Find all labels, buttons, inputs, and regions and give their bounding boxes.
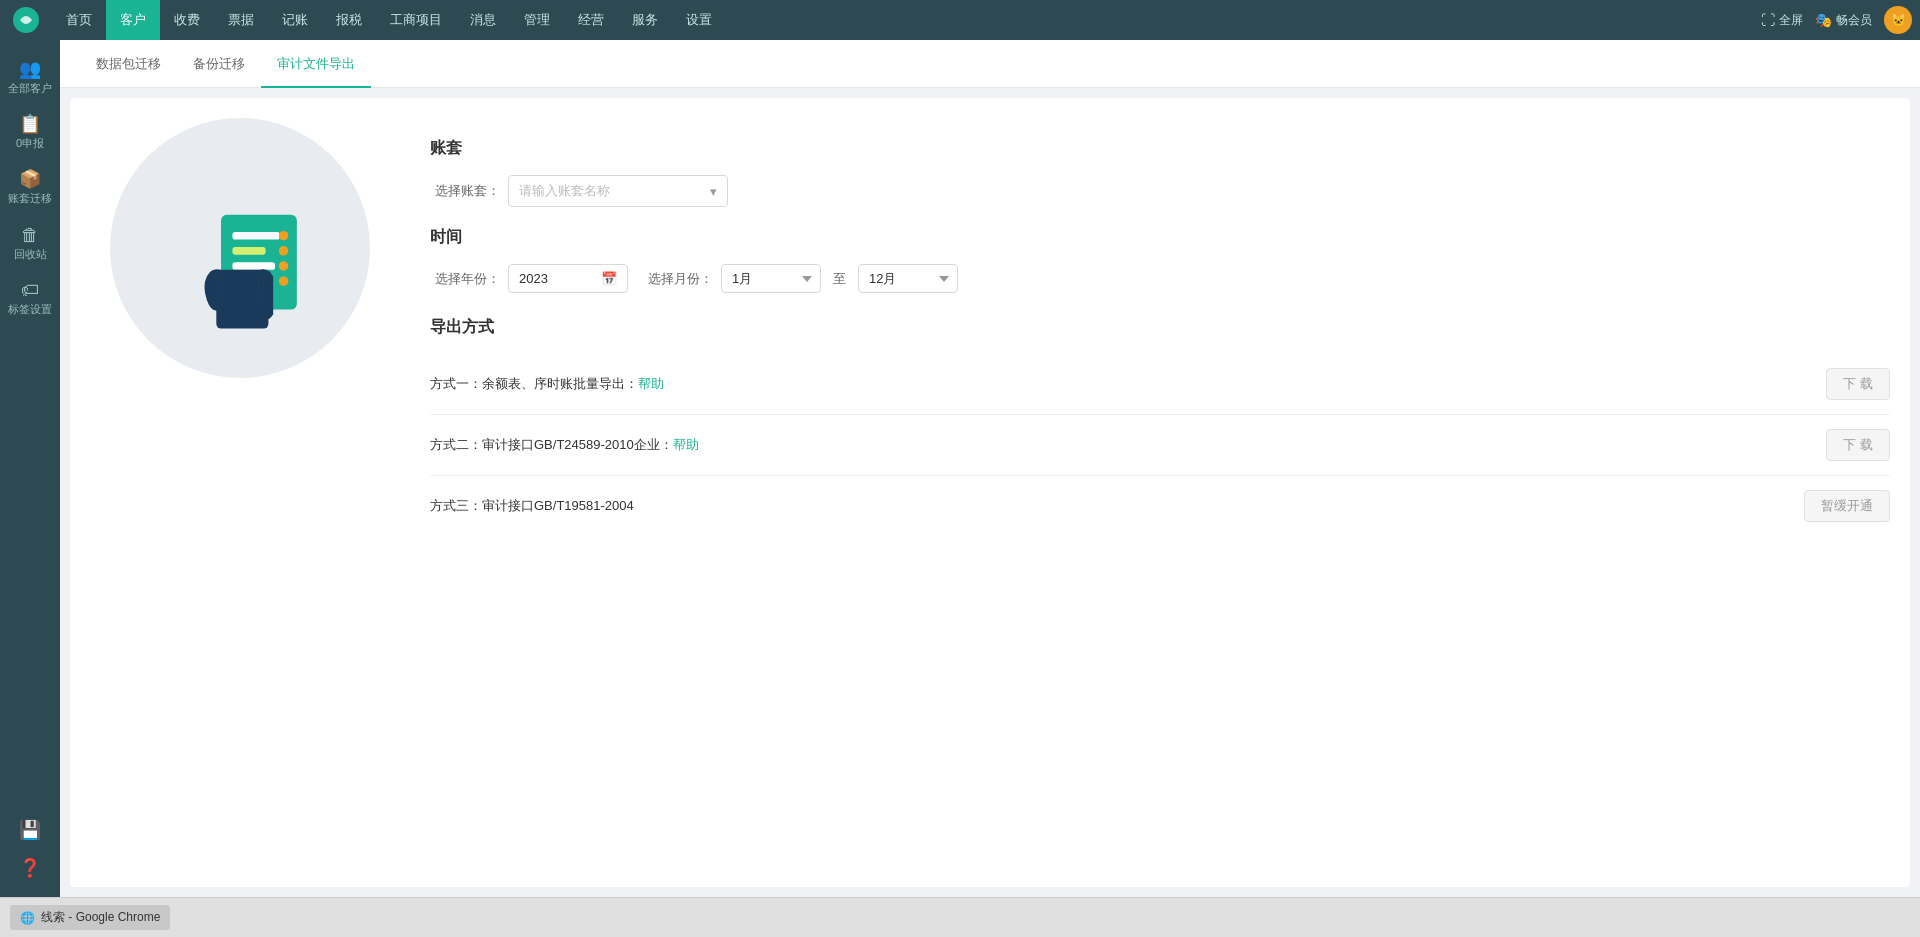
- svg-point-9: [279, 276, 288, 285]
- sidebar-icon-account-migrate: 📦: [19, 170, 41, 188]
- nav-item-service[interactable]: 服务: [618, 0, 672, 40]
- method-btn-method1[interactable]: 下 载: [1826, 368, 1890, 400]
- method-btn-method2[interactable]: 下 载: [1826, 429, 1890, 461]
- month-start-select[interactable]: 1月2月3月4月 5月6月7月8月 9月10月11月12月: [721, 264, 821, 293]
- method-text-method2: 方式二：审计接口GB/T24589-2010企业：帮助: [430, 436, 699, 454]
- sidebar-bottom-icon-help: ❓: [19, 859, 41, 877]
- sidebar-item-all-customers[interactable]: 👥 全部客户: [0, 50, 60, 105]
- export-section: 导出方式 方式一：余额表、序时账批量导出：帮助下 载方式二：审计接口GB/T24…: [430, 317, 1890, 536]
- month-end-select[interactable]: 1月2月3月4月 5月6月7月8月 9月10月11月12月: [858, 264, 958, 293]
- svg-point-7: [279, 246, 288, 255]
- nav-item-customer[interactable]: 客户: [106, 0, 160, 40]
- sidebar-bottom-icon-download: 💾: [19, 821, 41, 839]
- tab-backup-migrate[interactable]: 备份迁移: [177, 41, 261, 88]
- account-select-label: 选择账套：: [430, 182, 500, 200]
- nav-item-bookkeeping[interactable]: 记账: [268, 0, 322, 40]
- method-link-method2[interactable]: 帮助: [673, 437, 699, 452]
- nav-item-settings[interactable]: 设置: [672, 0, 726, 40]
- nav-item-message[interactable]: 消息: [456, 0, 510, 40]
- time-select-row: 选择年份： 2023 📅 选择月份： 1月2月3月4月 5月6月7月8月 9月1…: [430, 264, 1890, 293]
- account-select-arrow: ▾: [710, 184, 717, 199]
- nav-item-home[interactable]: 首页: [52, 0, 106, 40]
- year-label: 选择年份：: [430, 270, 500, 288]
- account-section-title: 账套: [430, 138, 1890, 159]
- method-btn-method3[interactable]: 暂缓开通: [1804, 490, 1890, 522]
- sidebar-label-zero-filing: 0申报: [16, 137, 44, 150]
- sidebar-label-tag-settings: 标签设置: [8, 303, 52, 316]
- app-logo: [8, 2, 44, 38]
- calendar-icon: 📅: [601, 271, 617, 286]
- sidebar-item-tag-settings[interactable]: 🏷 标签设置: [0, 271, 60, 326]
- illustration-area: [90, 118, 390, 378]
- tab-data-migrate[interactable]: 数据包迁移: [80, 41, 177, 88]
- sidebar: 👥 全部客户 📋 0申报 📦 账套迁移 🗑 回收站 🏷 标签设置 💾 ❓: [0, 40, 60, 897]
- sidebar-label-recycle: 回收站: [14, 248, 47, 261]
- sidebar-label-all-customers: 全部客户: [8, 82, 52, 95]
- sidebar-bottom-help[interactable]: ❓: [0, 849, 60, 887]
- member-button[interactable]: 🎭 畅会员: [1815, 12, 1872, 29]
- method-text-method1: 方式一：余额表、序时账批量导出：帮助: [430, 375, 664, 393]
- avatar[interactable]: 🐱: [1884, 6, 1912, 34]
- nav-item-tax[interactable]: 报税: [322, 0, 376, 40]
- chrome-icon: 🌐: [20, 911, 35, 925]
- account-select-placeholder: 请输入账套名称: [519, 182, 610, 200]
- account-select[interactable]: 请输入账套名称 ▾: [508, 175, 728, 207]
- month-label: 选择月份：: [648, 270, 713, 288]
- year-input[interactable]: 2023 📅: [508, 264, 628, 293]
- nav-menu: 首页客户收费票据记账报税工商项目消息管理经营服务设置: [52, 0, 1761, 40]
- top-navigation: 首页客户收费票据记账报税工商项目消息管理经营服务设置 ⛶ 全屏 🎭 畅会员 🐱: [0, 0, 1920, 40]
- svg-rect-4: [232, 262, 275, 270]
- export-method-method3: 方式三：审计接口GB/T19581-2004 暂缓开通: [430, 476, 1890, 536]
- nav-item-billing[interactable]: 收费: [160, 0, 214, 40]
- method-link-method1[interactable]: 帮助: [638, 376, 664, 391]
- fullscreen-button[interactable]: ⛶ 全屏: [1761, 12, 1803, 29]
- svg-point-6: [279, 231, 288, 240]
- nav-item-business[interactable]: 工商项目: [376, 0, 456, 40]
- taskbar-item-chrome[interactable]: 🌐 线索 - Google Chrome: [10, 905, 170, 930]
- svg-rect-2: [232, 232, 279, 240]
- taskbar: 🌐 线索 - Google Chrome: [0, 897, 1920, 937]
- export-method-method2: 方式二：审计接口GB/T24589-2010企业：帮助 下 载: [430, 415, 1890, 476]
- year-value: 2023: [519, 271, 548, 286]
- two-col-layout: 账套 选择账套： 请输入账套名称 ▾ 时间 选择年份： 2023: [90, 118, 1890, 536]
- sidebar-item-zero-filing[interactable]: 📋 0申报: [0, 105, 60, 160]
- svg-rect-10: [216, 305, 268, 329]
- illustration-circle: [110, 118, 370, 378]
- sidebar-item-recycle[interactable]: 🗑 回收站: [0, 216, 60, 271]
- sidebar-item-account-migrate[interactable]: 📦 账套迁移: [0, 160, 60, 215]
- export-method-method1: 方式一：余额表、序时账批量导出：帮助 下 载: [430, 354, 1890, 415]
- illustration-svg: [160, 158, 320, 338]
- svg-point-8: [279, 261, 288, 270]
- svg-rect-3: [232, 247, 265, 255]
- sidebar-bottom-download[interactable]: 💾: [0, 811, 60, 849]
- sidebar-label-account-migrate: 账套迁移: [8, 192, 52, 205]
- nav-item-manage[interactable]: 管理: [510, 0, 564, 40]
- time-section-title: 时间: [430, 227, 1890, 248]
- export-section-title: 导出方式: [430, 317, 1890, 338]
- nav-right: ⛶ 全屏 🎭 畅会员 🐱: [1761, 6, 1912, 34]
- export-methods: 方式一：余额表、序时账批量导出：帮助下 载方式二：审计接口GB/T24589-2…: [430, 354, 1890, 536]
- page-content: 账套 选择账套： 请输入账套名称 ▾ 时间 选择年份： 2023: [70, 98, 1910, 887]
- method-text-method3: 方式三：审计接口GB/T19581-2004: [430, 497, 634, 515]
- form-area: 账套 选择账套： 请输入账套名称 ▾ 时间 选择年份： 2023: [430, 118, 1890, 536]
- sidebar-icon-all-customers: 👥: [19, 60, 41, 78]
- nav-item-operation[interactable]: 经营: [564, 0, 618, 40]
- sidebar-icon-recycle: 🗑: [21, 226, 39, 244]
- content-area: 数据包迁移备份迁移审计文件导出: [60, 40, 1920, 897]
- to-label: 至: [829, 270, 850, 288]
- tab-audit-export[interactable]: 审计文件导出: [261, 41, 371, 88]
- main-layout: 👥 全部客户 📋 0申报 📦 账套迁移 🗑 回收站 🏷 标签设置 💾 ❓ 数据包迁移备份迁移审计文件导…: [0, 40, 1920, 897]
- nav-item-invoice[interactable]: 票据: [214, 0, 268, 40]
- taskbar-item-label: 线索 - Google Chrome: [41, 909, 160, 926]
- tab-bar: 数据包迁移备份迁移审计文件导出: [60, 40, 1920, 88]
- sidebar-icon-zero-filing: 📋: [19, 115, 41, 133]
- account-select-row: 选择账套： 请输入账套名称 ▾: [430, 175, 1890, 207]
- sidebar-icon-tag-settings: 🏷: [21, 281, 39, 299]
